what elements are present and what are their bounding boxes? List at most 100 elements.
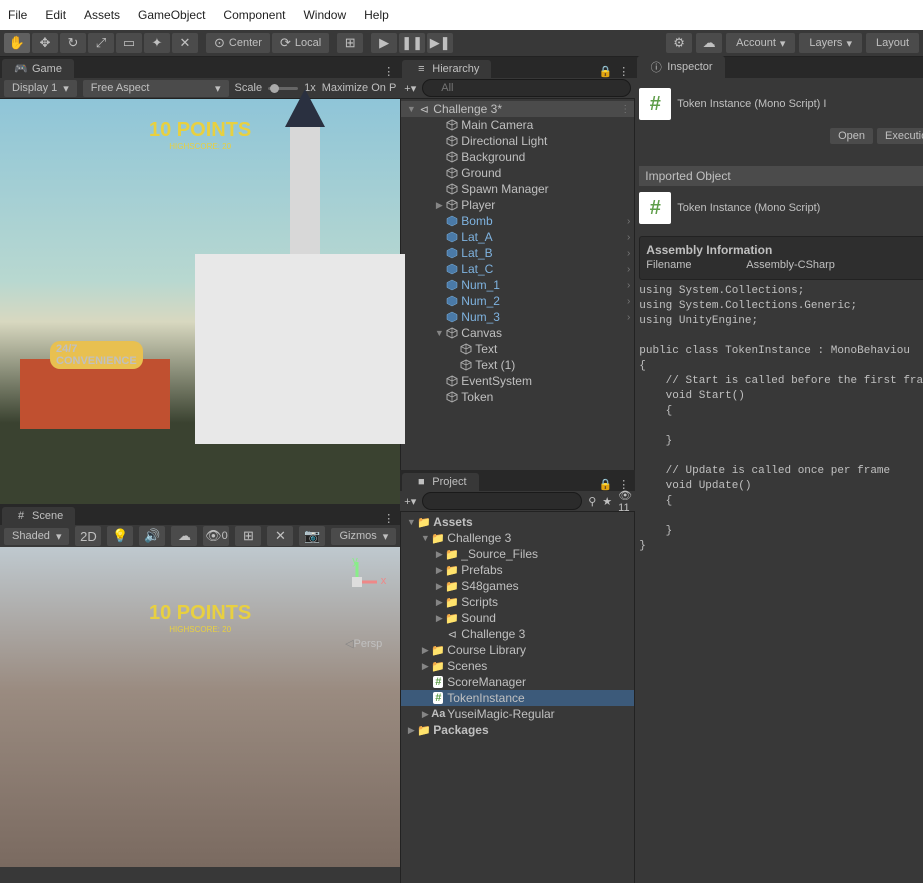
hierarchy-item[interactable]: Num_1› — [401, 277, 634, 293]
filter-icon[interactable]: ⚲ — [588, 495, 596, 508]
hidden-icon[interactable]: 👁0 — [203, 526, 229, 546]
orientation-gizmo[interactable]: y x — [332, 557, 382, 607]
hierarchy-options-icon[interactable]: ⋮ — [612, 65, 635, 78]
pause-button[interactable]: ❚❚ — [399, 33, 425, 53]
hierarchy-item[interactable]: Num_3› — [401, 309, 634, 325]
hierarchy-item[interactable]: Background — [401, 149, 634, 165]
layers-dropdown[interactable]: Layers▾ — [799, 33, 862, 53]
cloud-icon[interactable]: ☁ — [696, 33, 722, 53]
hierarchy-item[interactable]: Num_2› — [401, 293, 634, 309]
project-item[interactable]: #TokenInstance — [401, 690, 634, 706]
hierarchy-item[interactable]: ▼Canvas — [401, 325, 634, 341]
lighting-icon[interactable]: 💡 — [107, 526, 133, 546]
game-options-icon[interactable]: ⋮ — [377, 65, 400, 78]
camera-icon[interactable]: 📷 — [299, 526, 325, 546]
rect-tool[interactable]: ▭ — [116, 33, 142, 53]
hierarchy-item[interactable]: Main Camera — [401, 117, 634, 133]
pivot-center-button[interactable]: ⊙Center — [206, 33, 270, 53]
snap-button[interactable]: ⊞ — [337, 33, 363, 53]
project-item[interactable]: ▶📁_Source_Files — [401, 546, 634, 562]
expand-arrow-icon[interactable]: ▶ — [433, 597, 445, 608]
expand-arrow-icon[interactable]: ▶ — [433, 613, 445, 624]
expand-arrow-icon[interactable]: ▶ — [433, 581, 445, 592]
hierarchy-item[interactable]: Text — [401, 341, 634, 357]
rotate-tool[interactable]: ↻ — [60, 33, 86, 53]
project-item[interactable]: ▶📁Scenes — [401, 658, 634, 674]
menu-gameobject[interactable]: GameObject — [138, 8, 205, 22]
expand-arrow-icon[interactable]: ▼ — [433, 328, 445, 338]
expand-arrow-icon[interactable]: ▶ — [433, 200, 445, 211]
play-button[interactable]: ▶ — [371, 33, 397, 53]
expand-arrow-icon[interactable]: ▶ — [433, 565, 445, 576]
hierarchy-item[interactable]: Spawn Manager — [401, 181, 634, 197]
project-item[interactable]: ▶📁Course Library — [401, 642, 634, 658]
aspect-dropdown[interactable]: Free Aspect▾ — [83, 80, 229, 97]
packages-root[interactable]: ▶ 📁 Packages — [401, 722, 634, 738]
hierarchy-item[interactable]: Bomb› — [401, 213, 634, 229]
account-dropdown[interactable]: Account▾ — [726, 33, 795, 53]
game-tab[interactable]: 🎮Game — [2, 59, 74, 78]
inspector-tab[interactable]: ⓘInspector — [637, 56, 724, 78]
menu-help[interactable]: Help — [364, 8, 389, 22]
expand-arrow-icon[interactable]: ▼ — [405, 517, 417, 527]
transform-tool[interactable]: ✦ — [144, 33, 170, 53]
hierarchy-item[interactable]: Text (1) — [401, 357, 634, 373]
menu-file[interactable]: File — [8, 8, 27, 22]
gizmos-dropdown[interactable]: Gizmos▾ — [331, 528, 396, 545]
assets-root[interactable]: ▼ 📁 Assets — [401, 514, 634, 530]
hand-tool[interactable]: ✋ — [4, 33, 30, 53]
create-button[interactable]: +▾ — [404, 82, 416, 95]
hierarchy-item[interactable]: Lat_B› — [401, 245, 634, 261]
menu-window[interactable]: Window — [303, 8, 346, 22]
lock-icon[interactable]: 🔒 — [599, 478, 613, 491]
scene-view[interactable]: 10 POINTS HIGHSCORE: 20 y x ◁Persp — [0, 547, 400, 867]
audio-icon[interactable]: 🔊 — [139, 526, 165, 546]
hierarchy-item[interactable]: Lat_A› — [401, 229, 634, 245]
star-icon[interactable]: ★ — [602, 495, 612, 508]
project-item[interactable]: #ScoreManager — [401, 674, 634, 690]
layout-dropdown[interactable]: Layout — [866, 33, 919, 53]
tools-icon[interactable]: ✕ — [267, 526, 293, 546]
hierarchy-item[interactable]: Token — [401, 389, 634, 405]
2d-button[interactable]: 2D — [75, 526, 101, 546]
display-dropdown[interactable]: Display 1▾ — [4, 80, 77, 97]
scene-root[interactable]: ▼ ⊲ Challenge 3* ⋮ — [401, 101, 634, 117]
hierarchy-search[interactable] — [422, 79, 631, 97]
scale-tool[interactable]: ⤢ — [88, 33, 114, 53]
expand-arrow-icon[interactable]: ▶ — [419, 661, 431, 672]
create-button[interactable]: +▾ — [404, 495, 416, 508]
lock-icon[interactable]: 🔒 — [599, 65, 613, 78]
maximize-label[interactable]: Maximize On P — [322, 82, 397, 94]
menu-edit[interactable]: Edit — [45, 8, 66, 22]
project-tab[interactable]: ■Project — [402, 473, 478, 491]
hierarchy-item[interactable]: ▶Player — [401, 197, 634, 213]
project-item[interactable]: ▶📁Scripts — [401, 594, 634, 610]
expand-arrow-icon[interactable]: ▶ — [419, 645, 431, 656]
project-item[interactable]: ▶📁Prefabs — [401, 562, 634, 578]
hierarchy-item[interactable]: EventSystem — [401, 373, 634, 389]
move-tool[interactable]: ✥ — [32, 33, 58, 53]
hierarchy-item[interactable]: Ground — [401, 165, 634, 181]
project-item[interactable]: ▶AaYuseiMagic-Regular — [401, 706, 634, 722]
project-search[interactable] — [422, 492, 582, 510]
fx-icon[interactable]: ☁ — [171, 526, 197, 546]
hidden-count[interactable]: 👁11 — [618, 489, 632, 514]
expand-arrow-icon[interactable]: ▶ — [419, 709, 431, 720]
expand-arrow-icon[interactable]: ▼ — [419, 533, 431, 543]
persp-label[interactable]: ◁Persp — [345, 637, 382, 650]
pivot-local-button[interactable]: ⟳Local — [272, 33, 329, 53]
expand-arrow-icon[interactable]: ▼ — [405, 104, 417, 114]
open-button[interactable]: Open — [830, 128, 873, 144]
grid-icon[interactable]: ⊞ — [235, 526, 261, 546]
scene-tab[interactable]: #Scene — [2, 507, 75, 525]
hierarchy-item[interactable]: Lat_C› — [401, 261, 634, 277]
hierarchy-tab[interactable]: ≡Hierarchy — [402, 60, 491, 78]
expand-arrow-icon[interactable]: ▶ — [405, 725, 417, 736]
hierarchy-item[interactable]: Directional Light — [401, 133, 634, 149]
menu-assets[interactable]: Assets — [84, 8, 120, 22]
scene-menu-icon[interactable]: ⋮ — [614, 104, 634, 115]
menu-component[interactable]: Component — [223, 8, 285, 22]
project-item[interactable]: ⊲Challenge 3 — [401, 626, 634, 642]
shading-dropdown[interactable]: Shaded▾ — [4, 528, 69, 545]
project-item[interactable]: ▶📁S48games — [401, 578, 634, 594]
